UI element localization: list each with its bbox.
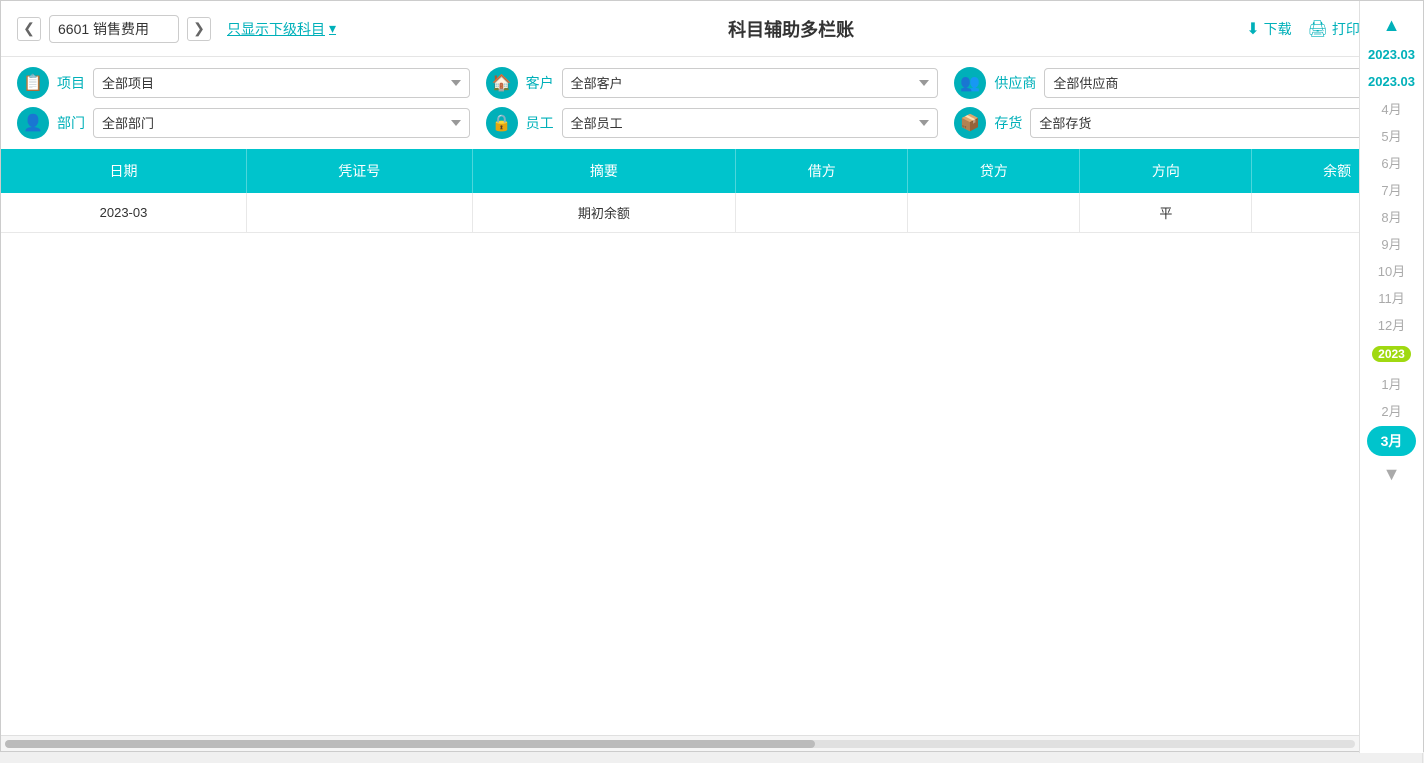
dept-icon: 👤 <box>17 107 49 139</box>
scroll-thumb <box>5 740 815 748</box>
month-1[interactable]: 1月 <box>1360 370 1423 397</box>
project-label: 项目 <box>57 73 85 93</box>
col-credit: 贷方 <box>908 149 1080 193</box>
filter-dept: 👤 部门 全部部门 <box>17 107 470 139</box>
account-code-box: 6601 销售费用 <box>49 15 179 43</box>
main-window: ❮ 6601 销售费用 ❯ 只显示下级科目 ▾ 科目辅助多栏账 ⬇ 下载 🖨 打… <box>0 0 1424 752</box>
dept-label: 部门 <box>57 113 85 133</box>
show-sub-btn[interactable]: 只显示下级科目 ▾ <box>227 19 336 39</box>
employee-select[interactable]: 全部员工 <box>562 108 939 138</box>
right-panel: ▲ 2023.03 2023.03 4月 5月 6月 7月 8月 9月 10月 … <box>1359 1 1423 753</box>
period-down-arrow[interactable]: ▼ <box>1376 458 1408 490</box>
col-date: 日期 <box>1 149 246 193</box>
supplier-select[interactable]: 全部供应商 <box>1044 68 1407 98</box>
month-4[interactable]: 4月 <box>1360 95 1423 122</box>
month-12[interactable]: 12月 <box>1360 311 1423 338</box>
account-code: 6601 <box>58 21 89 37</box>
project-select[interactable]: 全部项目 <box>93 68 470 98</box>
col-voucher: 凭证号 <box>246 149 472 193</box>
download-btn[interactable]: ⬇ 下载 <box>1246 19 1291 39</box>
download-icon: ⬇ <box>1246 19 1259 39</box>
col-direction: 方向 <box>1080 149 1252 193</box>
chevron-down-icon: ▾ <box>329 20 336 37</box>
cell-debit <box>736 193 908 233</box>
col-summary: 摘要 <box>472 149 736 193</box>
top-bar: ❮ 6601 销售费用 ❯ 只显示下级科目 ▾ 科目辅助多栏账 ⬇ 下载 🖨 打… <box>1 1 1423 57</box>
filter-project: 📋 项目 全部项目 <box>17 67 470 99</box>
project-icon: 📋 <box>17 67 49 99</box>
filter-employee: 🔒 员工 全部员工 <box>486 107 939 139</box>
col-debit: 借方 <box>736 149 908 193</box>
month-7[interactable]: 7月 <box>1360 176 1423 203</box>
employee-icon: 🔒 <box>486 107 518 139</box>
month-2[interactable]: 2月 <box>1360 397 1423 424</box>
bottom-scrollbar <box>1 735 1359 751</box>
month-9[interactable]: 9月 <box>1360 230 1423 257</box>
prev-account-btn[interactable]: ❮ <box>17 17 41 41</box>
table-area: 日期 凭证号 摘要 借方 贷方 方向 余额 2023-03 期初余额 <box>1 149 1423 763</box>
filter-supplier: 👥 供应商 全部供应商 <box>954 67 1407 99</box>
cell-direction: 平 <box>1080 193 1252 233</box>
next-account-btn[interactable]: ❯ <box>187 17 211 41</box>
bottom-scrollbar-wrapper <box>1 735 1359 751</box>
filter-inventory: 📦 存货 全部存货 <box>954 107 1407 139</box>
dept-select[interactable]: 全部部门 <box>93 108 470 138</box>
month-10[interactable]: 10月 <box>1360 257 1423 284</box>
show-sub-label: 只显示下级科目 <box>227 19 325 39</box>
filter-bar: 📋 项目 全部项目 🏠 客户 全部客户 👥 供应商 全部供应商 👤 部门 全 <box>1 57 1423 149</box>
supplier-label: 供应商 <box>994 73 1036 93</box>
inventory-select[interactable]: 全部存货 <box>1030 108 1407 138</box>
customer-icon: 🏠 <box>486 67 518 99</box>
filter-customer: 🏠 客户 全部客户 <box>486 67 939 99</box>
cell-credit <box>908 193 1080 233</box>
print-icon: 🖨 <box>1308 19 1328 39</box>
month-8[interactable]: 8月 <box>1360 203 1423 230</box>
main-table: 日期 凭证号 摘要 借方 贷方 方向 余额 2023-03 期初余额 <box>1 149 1422 233</box>
scroll-track[interactable] <box>5 740 1355 748</box>
employee-label: 员工 <box>526 113 554 133</box>
inventory-label: 存货 <box>994 113 1022 133</box>
table-row: 2023-03 期初余额 平 <box>1 193 1422 233</box>
customer-label: 客户 <box>526 73 554 93</box>
account-name: 销售费用 <box>93 19 149 39</box>
cell-voucher <box>246 193 472 233</box>
customer-select[interactable]: 全部客户 <box>562 68 939 98</box>
period-up-arrow[interactable]: ▲ <box>1376 9 1408 41</box>
month-3-selected[interactable]: 3月 <box>1367 426 1417 456</box>
period-top-1[interactable]: 2023.03 <box>1360 41 1423 68</box>
cell-date: 2023-03 <box>1 193 246 233</box>
month-11[interactable]: 11月 <box>1360 284 1423 311</box>
month-6[interactable]: 6月 <box>1360 149 1423 176</box>
month-5[interactable]: 5月 <box>1360 122 1423 149</box>
period-top-2[interactable]: 2023.03 <box>1360 68 1423 95</box>
table-header-row: 日期 凭证号 摘要 借方 贷方 方向 余额 <box>1 149 1422 193</box>
year-badge: 2023 <box>1372 346 1411 362</box>
cell-summary: 期初余额 <box>472 193 736 233</box>
page-title: 科目辅助多栏账 <box>336 16 1246 42</box>
supplier-icon: 👥 <box>954 67 986 99</box>
inventory-icon: 📦 <box>954 107 986 139</box>
print-btn[interactable]: 🖨 打印 <box>1308 19 1360 39</box>
